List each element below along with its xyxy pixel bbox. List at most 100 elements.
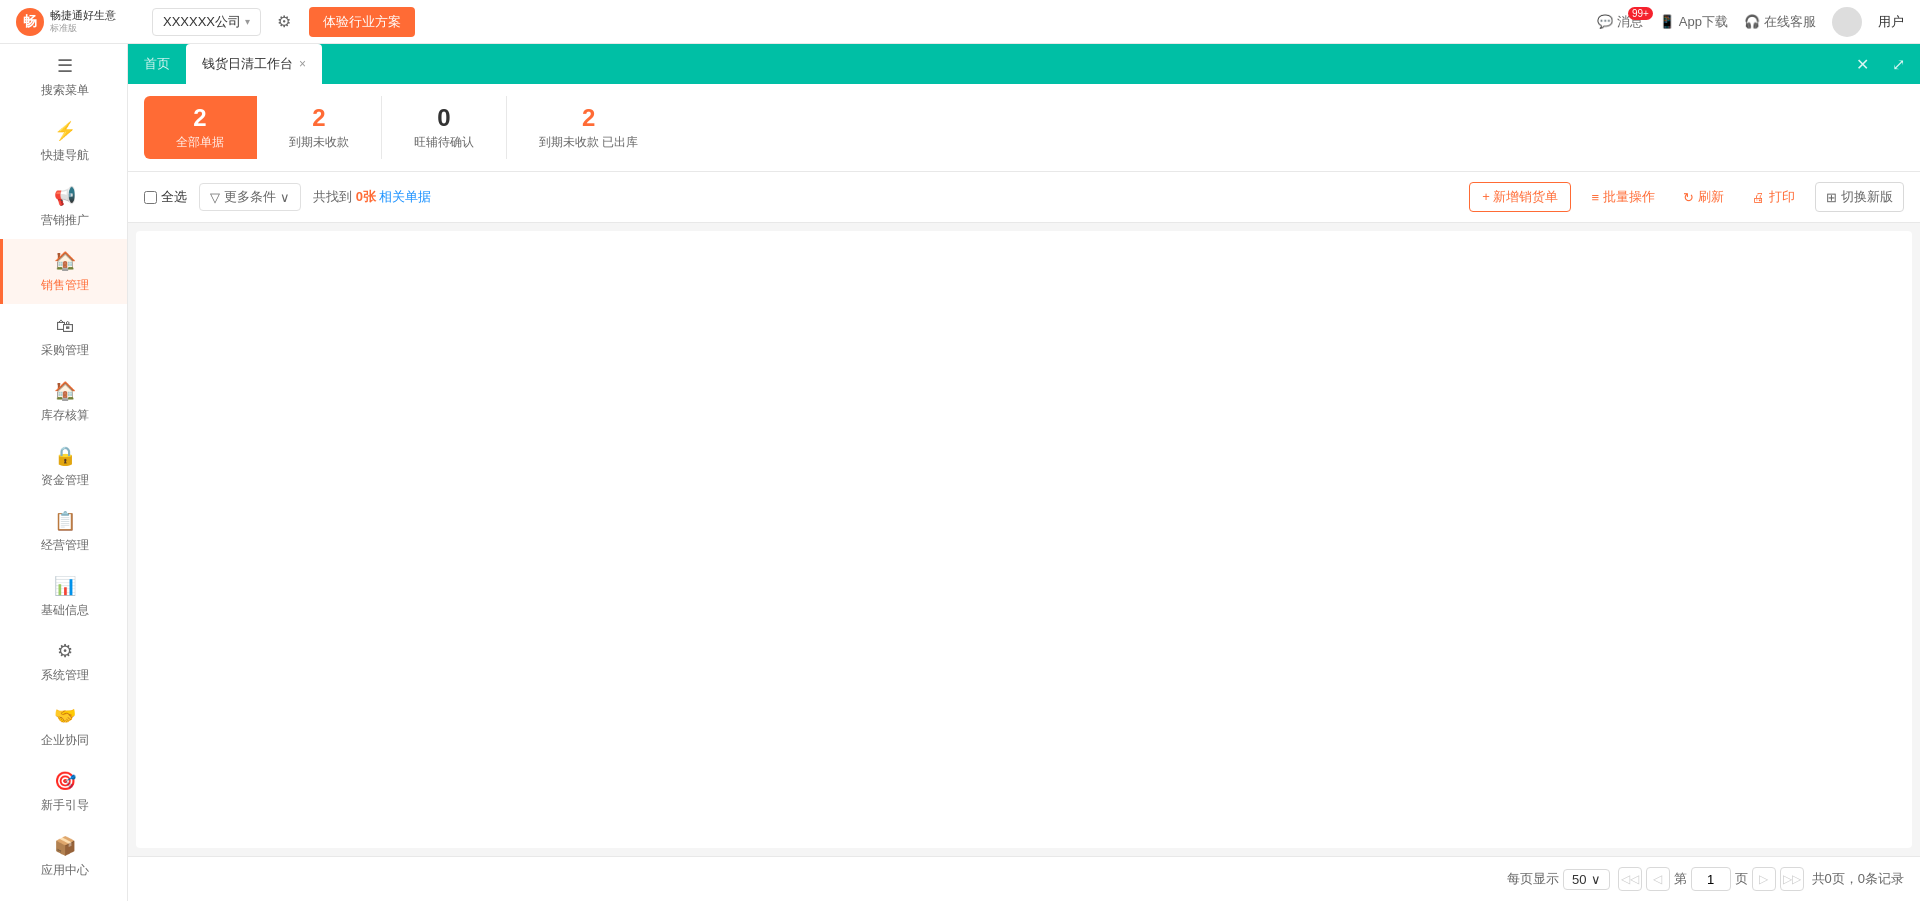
message-icon: 💬 xyxy=(1597,14,1613,29)
print-label: 打印 xyxy=(1769,188,1795,206)
table-area xyxy=(136,231,1912,848)
stat-card-all[interactable]: 2 全部单据 xyxy=(144,96,257,159)
page-size-select: 每页显示 50 ∨ xyxy=(1507,869,1609,890)
sidebar-item-marketing[interactable]: 📢 营销推广 xyxy=(0,174,127,239)
tab-qianhuoriqing[interactable]: 钱货日清工作台 × xyxy=(186,44,322,84)
filter-button[interactable]: ▽ 更多条件 ∨ xyxy=(199,183,301,211)
top-right: 💬 消息 99+ 📱 App下载 🎧 在线客服 用户 xyxy=(1597,7,1904,37)
stat-label-wangfu: 旺辅待确认 xyxy=(414,134,474,151)
sidebar-item-label-marketing: 营销推广 xyxy=(41,212,89,229)
tab-home[interactable]: 首页 xyxy=(128,44,186,84)
inventory-icon: 🏠 xyxy=(53,379,77,403)
sidebar-item-app-center[interactable]: 📦 应用中心 xyxy=(0,824,127,889)
add-sales-order-button[interactable]: + 新增销货单 xyxy=(1469,182,1571,212)
sidebar-item-operations[interactable]: 📋 经营管理 xyxy=(0,499,127,564)
company-selector[interactable]: XXXXXX公司 ▾ xyxy=(152,8,261,36)
trial-button[interactable]: 体验行业方案 xyxy=(309,7,415,37)
stat-number-overdue: 2 xyxy=(312,104,325,132)
sidebar-item-label-sales: 销售管理 xyxy=(41,277,89,294)
logo-icon: 畅 xyxy=(16,8,44,36)
enterprise-icon: 🤝 xyxy=(53,704,77,728)
page-nav: ◁◁ ◁ 第 页 ▷ ▷▷ xyxy=(1618,867,1804,891)
refresh-icon: ↻ xyxy=(1683,190,1694,205)
sidebar-item-search-menu[interactable]: ☰ 搜索菜单 xyxy=(0,44,127,109)
sidebar-item-label-app-center: 应用中心 xyxy=(41,862,89,879)
message-badge: 99+ xyxy=(1628,7,1653,20)
filter-chevron: ∨ xyxy=(280,190,290,205)
operations-icon: 📋 xyxy=(53,509,77,533)
total-text: 共0页，0条记录 xyxy=(1812,870,1904,888)
finance-icon: 🔒 xyxy=(53,444,77,468)
refresh-button[interactable]: ↻ 刷新 xyxy=(1675,184,1732,210)
toolbar: 全选 ▽ 更多条件 ∨ 共找到 0张 相关单据 + 新增销货单 ≡ 批量操作 xyxy=(128,172,1920,223)
sidebar-item-purchase[interactable]: 🛍 采购管理 xyxy=(0,304,127,369)
filter-icon: ▽ xyxy=(210,190,220,205)
select-all-checkbox[interactable]: 全选 xyxy=(144,188,187,206)
toolbar-right: + 新增销货单 ≡ 批量操作 ↻ 刷新 🖨 打印 ⊞ xyxy=(1469,182,1904,212)
tab-bar-actions: ✕ ⤢ xyxy=(1848,50,1920,78)
tab-expand-button[interactable]: ⤢ xyxy=(1884,50,1912,78)
prev-page-button[interactable]: ◁ xyxy=(1646,867,1670,891)
next-page-button[interactable]: ▷ xyxy=(1752,867,1776,891)
app-download-button[interactable]: 📱 App下载 xyxy=(1659,13,1728,31)
tab-close-icon[interactable]: × xyxy=(299,57,306,71)
page-input[interactable] xyxy=(1691,867,1731,891)
sidebar-item-label-operations: 经营管理 xyxy=(41,537,89,554)
system-icon: ⚙ xyxy=(53,639,77,663)
first-page-button[interactable]: ◁◁ xyxy=(1618,867,1642,891)
guide-icon: 🎯 xyxy=(53,769,77,793)
service-icon: 🎧 xyxy=(1744,14,1760,29)
sidebar-item-label-search-menu: 搜索菜单 xyxy=(41,82,89,99)
sidebar-item-sales[interactable]: 🏠 销售管理 xyxy=(0,239,127,304)
sidebar-item-label-guide: 新手引导 xyxy=(41,797,89,814)
stat-card-wangfu[interactable]: 0 旺辅待确认 xyxy=(382,96,507,159)
last-page-button[interactable]: ▷▷ xyxy=(1780,867,1804,891)
gear-button[interactable]: ⚙ xyxy=(269,7,299,37)
quick-nav-icon: ⚡ xyxy=(53,119,77,143)
stat-card-overdue[interactable]: 2 到期未收款 xyxy=(257,96,382,159)
company-name: XXXXXX公司 xyxy=(163,13,241,31)
sidebar-item-label-enterprise: 企业协同 xyxy=(41,732,89,749)
stat-label-all: 全部单据 xyxy=(176,134,224,151)
sidebar-item-finance[interactable]: 🔒 资金管理 xyxy=(0,434,127,499)
sidebar-item-wechat[interactable]: 💬 企业微信 xyxy=(0,889,127,901)
gear-icon: ⚙ xyxy=(277,12,291,31)
search-menu-icon: ☰ xyxy=(53,54,77,78)
select-all-input[interactable] xyxy=(144,191,157,204)
related-link[interactable]: 相关单据 xyxy=(379,189,431,204)
sidebar-item-basic-info[interactable]: 📊 基础信息 xyxy=(0,564,127,629)
sidebar-item-quick-nav[interactable]: ⚡ 快捷导航 xyxy=(0,109,127,174)
per-page-label: 每页显示 xyxy=(1507,870,1559,888)
message-button[interactable]: 💬 消息 99+ xyxy=(1597,13,1643,31)
sidebar-item-system[interactable]: ⚙ 系统管理 xyxy=(0,629,127,694)
sidebar-item-label-purchase: 采购管理 xyxy=(41,342,89,359)
stat-label-overdue: 到期未收款 xyxy=(289,134,349,151)
sidebar-item-guide[interactable]: 🎯 新手引导 xyxy=(0,759,127,824)
stat-card-shipped[interactable]: 2 到期未收款 已出库 xyxy=(507,96,670,159)
avatar[interactable] xyxy=(1832,7,1862,37)
stats-cards: 2 全部单据 2 到期未收款 0 旺辅待确认 2 到期未收款 已出库 xyxy=(144,96,1904,159)
page-size-box[interactable]: 50 ∨ xyxy=(1563,869,1609,890)
select-all-label: 全选 xyxy=(161,188,187,206)
batch-operation-button[interactable]: ≡ 批量操作 xyxy=(1583,184,1663,210)
filter-label: 更多条件 xyxy=(224,188,276,206)
switch-version-button[interactable]: ⊞ 切换新版 xyxy=(1815,182,1904,212)
found-count: 0张 xyxy=(356,189,376,204)
tab-bar: 首页 钱货日清工作台 × ✕ ⤢ xyxy=(128,44,1920,84)
print-button[interactable]: 🖨 打印 xyxy=(1744,184,1803,210)
stat-number-all: 2 xyxy=(193,104,206,132)
sidebar: ☰ 搜索菜单 ⚡ 快捷导航 📢 营销推广 🏠 销售管理 🛍 采购管理 🏠 库存核… xyxy=(0,44,128,901)
online-service-label: 在线客服 xyxy=(1764,13,1816,31)
online-service-button[interactable]: 🎧 在线客服 xyxy=(1744,13,1816,31)
sidebar-item-label-system: 系统管理 xyxy=(41,667,89,684)
logo-badge: 标准版 xyxy=(50,22,116,35)
found-text: 共找到 0张 相关单据 xyxy=(313,188,431,206)
sidebar-item-inventory[interactable]: 🏠 库存核算 xyxy=(0,369,127,434)
batch-icon: ≡ xyxy=(1591,190,1599,205)
sidebar-item-enterprise[interactable]: 🤝 企业协同 xyxy=(0,694,127,759)
top-bar: 畅 畅捷通好生意 标准版 XXXXXX公司 ▾ ⚙ 体验行业方案 💬 消息 99… xyxy=(0,0,1920,44)
basic-info-icon: 📊 xyxy=(53,574,77,598)
app-icon: 📱 xyxy=(1659,14,1675,29)
tab-close-window-button[interactable]: ✕ xyxy=(1848,50,1876,78)
tab-active-label: 钱货日清工作台 xyxy=(202,55,293,73)
